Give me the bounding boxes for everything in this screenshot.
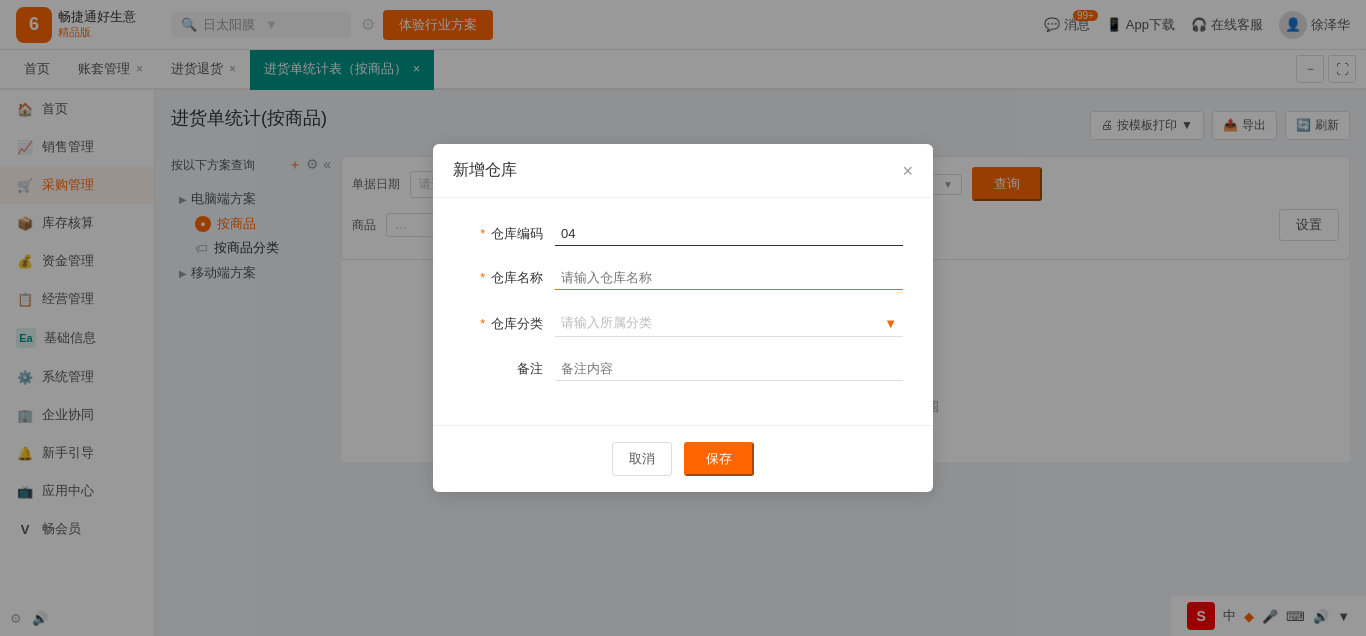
modal-footer: 取消 保存 bbox=[433, 425, 933, 492]
modal-body: * 仓库编码 * 仓库名称 * 仓库分类 请输入所属 bbox=[433, 198, 933, 425]
code-field-row: * 仓库编码 bbox=[463, 222, 903, 246]
code-required-star: * bbox=[480, 226, 485, 241]
modal-close-btn[interactable]: × bbox=[902, 162, 913, 180]
code-label-text: 仓库编码 bbox=[491, 226, 543, 241]
category-placeholder: 请输入所属分类 bbox=[561, 314, 652, 332]
remark-label-text: 备注 bbox=[517, 361, 543, 376]
add-warehouse-modal: 新增仓库 × * 仓库编码 * 仓库名称 bbox=[433, 144, 933, 492]
modal-title: 新增仓库 bbox=[453, 160, 517, 181]
cancel-btn[interactable]: 取消 bbox=[612, 442, 672, 476]
save-btn[interactable]: 保存 bbox=[684, 442, 754, 476]
name-label-text: 仓库名称 bbox=[491, 270, 543, 285]
category-field-row: * 仓库分类 请输入所属分类 ▼ bbox=[463, 310, 903, 337]
name-input[interactable] bbox=[555, 266, 903, 290]
remark-field-row: 备注 bbox=[463, 357, 903, 381]
category-arrow-icon: ▼ bbox=[884, 316, 897, 331]
name-field-row: * 仓库名称 bbox=[463, 266, 903, 290]
remark-input[interactable] bbox=[555, 357, 903, 381]
name-required-star: * bbox=[480, 270, 485, 285]
code-label: * 仓库编码 bbox=[463, 225, 543, 243]
category-required-star: * bbox=[480, 316, 485, 331]
modal-header: 新增仓库 × bbox=[433, 144, 933, 198]
category-label-text: 仓库分类 bbox=[491, 316, 543, 331]
category-label: * 仓库分类 bbox=[463, 315, 543, 333]
code-input[interactable] bbox=[555, 222, 903, 246]
category-select[interactable]: 请输入所属分类 ▼ bbox=[555, 310, 903, 337]
remark-label: 备注 bbox=[463, 360, 543, 378]
name-label: * 仓库名称 bbox=[463, 269, 543, 287]
modal-overlay: 新增仓库 × * 仓库编码 * 仓库名称 bbox=[0, 0, 1366, 636]
